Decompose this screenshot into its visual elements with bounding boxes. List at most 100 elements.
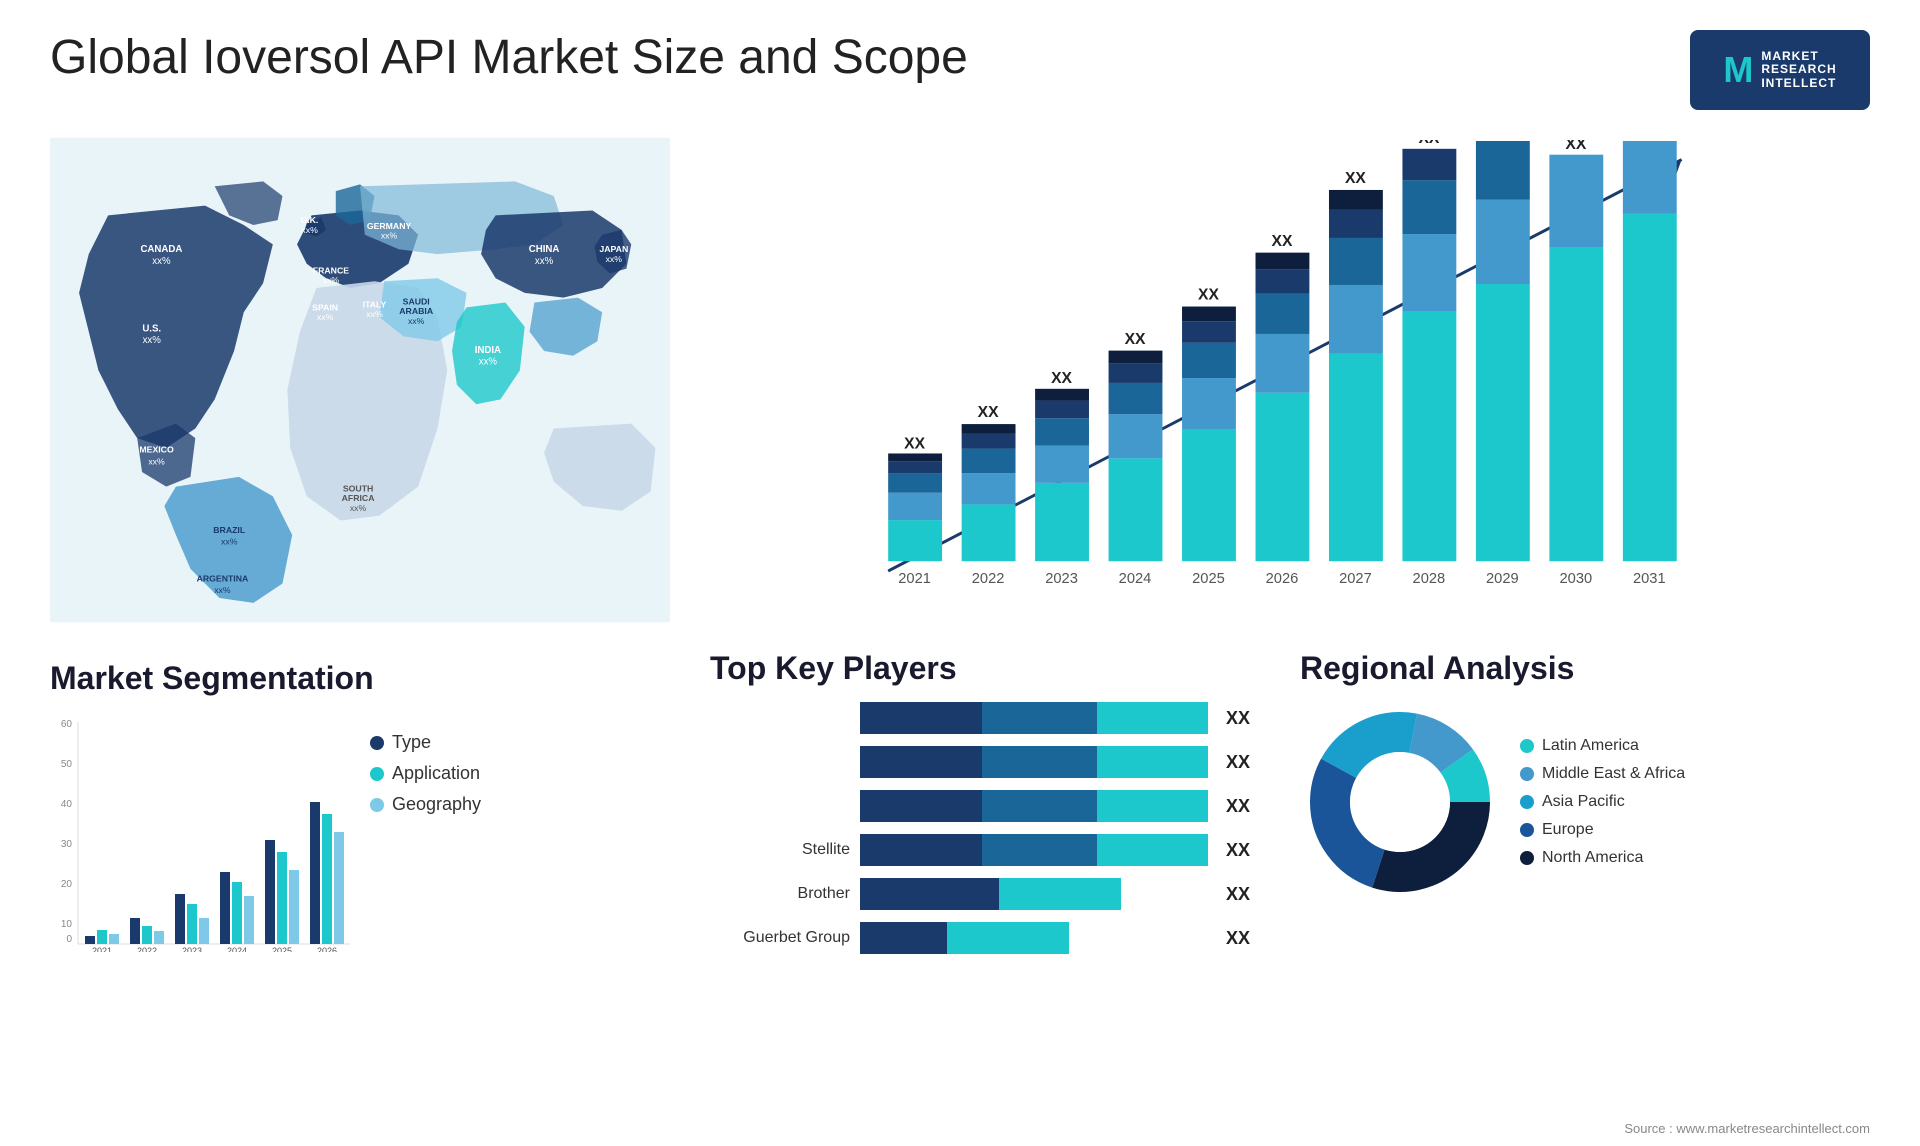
svg-text:xx%: xx% — [606, 254, 623, 264]
svg-text:40: 40 — [61, 799, 73, 810]
svg-text:XX: XX — [1345, 170, 1366, 187]
player-row-stellite: Stellite XX — [710, 834, 1250, 866]
svg-text:xx%: xx% — [350, 503, 367, 513]
player-xx-5: XX — [1226, 884, 1250, 905]
svg-text:2021: 2021 — [92, 946, 112, 952]
logo-area: M MARKET RESEARCH INTELLECT — [1690, 30, 1870, 110]
svg-text:2021: 2021 — [898, 571, 931, 587]
reg-label-latin: Latin America — [1542, 737, 1639, 755]
svg-text:xx%: xx% — [366, 309, 383, 319]
player-xx-6: XX — [1226, 928, 1250, 949]
svg-text:XX: XX — [1198, 287, 1219, 304]
svg-text:50: 50 — [61, 759, 73, 770]
svg-text:XX: XX — [904, 436, 925, 453]
player-bar-3 — [860, 790, 1208, 822]
svg-text:xx%: xx% — [221, 537, 238, 547]
svg-text:ARGENTINA: ARGENTINA — [197, 574, 249, 584]
player-bar-seg-1a — [860, 702, 982, 734]
svg-text:CHINA: CHINA — [529, 244, 560, 255]
svg-text:2026: 2026 — [317, 946, 337, 952]
segmentation-title: Market Segmentation — [50, 660, 670, 697]
player-row-1: XX — [710, 702, 1250, 734]
player-bar-seg-5b — [999, 878, 1121, 910]
player-bar-6 — [860, 922, 1208, 954]
player-bar-seg-3b — [982, 790, 1097, 822]
legend-item-application: Application — [370, 763, 481, 784]
reg-dot-europe — [1520, 823, 1534, 837]
player-bar-seg-6a — [860, 922, 947, 954]
svg-text:xx%: xx% — [148, 456, 165, 466]
donut-chart — [1300, 702, 1500, 902]
svg-text:XX: XX — [1418, 140, 1439, 147]
reg-dot-na — [1520, 851, 1534, 865]
legend-dot-geography — [370, 798, 384, 812]
key-players-section: Top Key Players XX — [690, 650, 1270, 966]
svg-text:BRAZIL: BRAZIL — [213, 525, 246, 535]
player-bar-seg-4a — [860, 834, 982, 866]
svg-text:0: 0 — [66, 934, 72, 945]
svg-text:AFRICA: AFRICA — [342, 493, 376, 503]
svg-text:SAUDI: SAUDI — [403, 296, 430, 306]
svg-text:XX: XX — [1051, 370, 1072, 387]
svg-text:30: 30 — [61, 839, 73, 850]
logo-line3: INTELLECT — [1761, 77, 1836, 90]
reg-dot-latin — [1520, 739, 1534, 753]
player-name-stellite: Stellite — [710, 841, 850, 859]
main-grid: CANADA xx% U.S. xx% MEXICO xx% BRAZIL xx… — [50, 130, 1870, 966]
regional-content: Latin America Middle East & Africa Asia … — [1300, 702, 1860, 902]
reg-legend-latin-america: Latin America — [1520, 737, 1685, 755]
svg-text:2030: 2030 — [1559, 571, 1592, 587]
svg-text:xx%: xx% — [214, 585, 231, 595]
segmentation-area: 60 50 40 30 20 10 0 2021 — [50, 712, 670, 952]
svg-text:INDIA: INDIA — [475, 345, 501, 356]
reg-legend-middle-east: Middle East & Africa — [1520, 765, 1685, 783]
player-row-guerbet: Guerbet Group XX — [710, 922, 1250, 954]
chart-section: XX 2021 XX 2022 — [690, 130, 1870, 630]
player-bar-5 — [860, 878, 1208, 910]
svg-text:20: 20 — [61, 879, 73, 890]
svg-text:2029: 2029 — [1486, 571, 1519, 587]
svg-text:JAPAN: JAPAN — [599, 244, 628, 254]
player-xx-4: XX — [1226, 840, 1250, 861]
svg-text:FRANCE: FRANCE — [313, 265, 349, 275]
svg-text:2031: 2031 — [1633, 571, 1666, 587]
logo-m-letter: M — [1723, 49, 1753, 91]
legend-label-type: Type — [392, 732, 431, 753]
svg-text:U.K.: U.K. — [301, 215, 318, 225]
player-bar-seg-5a — [860, 878, 999, 910]
player-bar-seg-3a — [860, 790, 982, 822]
svg-text:GERMANY: GERMANY — [367, 221, 412, 231]
player-bar-2 — [860, 746, 1208, 778]
player-bar-seg-1b — [982, 702, 1097, 734]
bottom-middle: Top Key Players XX — [690, 650, 1870, 966]
player-xx-2: XX — [1226, 752, 1250, 773]
regional-title: Regional Analysis — [1300, 650, 1860, 687]
svg-text:2024: 2024 — [227, 946, 247, 952]
reg-label-apac: Asia Pacific — [1542, 793, 1625, 811]
svg-text:xx%: xx% — [317, 312, 334, 322]
svg-text:XX: XX — [1565, 140, 1586, 153]
reg-legend-asia-pacific: Asia Pacific — [1520, 793, 1685, 811]
svg-text:2025: 2025 — [272, 946, 292, 952]
svg-text:ITALY: ITALY — [363, 299, 387, 309]
regional-section: Regional Analysis — [1290, 650, 1870, 966]
player-row-2: XX — [710, 746, 1250, 778]
map-section: CANADA xx% U.S. xx% MEXICO xx% BRAZIL xx… — [50, 130, 670, 630]
player-bar-seg-6b — [947, 922, 1069, 954]
header: Global Ioversol API Market Size and Scop… — [50, 30, 1870, 110]
player-row-3: XX — [710, 790, 1250, 822]
svg-text:xx%: xx% — [301, 225, 318, 235]
world-map-svg: CANADA xx% U.S. xx% MEXICO xx% BRAZIL xx… — [50, 130, 670, 630]
reg-legend-north-america: North America — [1520, 849, 1685, 867]
player-bar-1 — [860, 702, 1208, 734]
bar-chart-svg: XX 2021 XX 2022 — [710, 140, 1850, 620]
seg-chart: 60 50 40 30 20 10 0 2021 — [50, 712, 350, 952]
svg-text:MEXICO: MEXICO — [139, 445, 174, 455]
reg-label-mea: Middle East & Africa — [1542, 765, 1685, 783]
legend-item-geography: Geography — [370, 794, 481, 815]
player-bar-seg-2a — [860, 746, 982, 778]
player-bar-seg-4c — [1097, 834, 1208, 866]
svg-text:XX: XX — [978, 404, 999, 421]
svg-text:XX: XX — [1125, 331, 1146, 348]
svg-text:2023: 2023 — [182, 946, 202, 952]
